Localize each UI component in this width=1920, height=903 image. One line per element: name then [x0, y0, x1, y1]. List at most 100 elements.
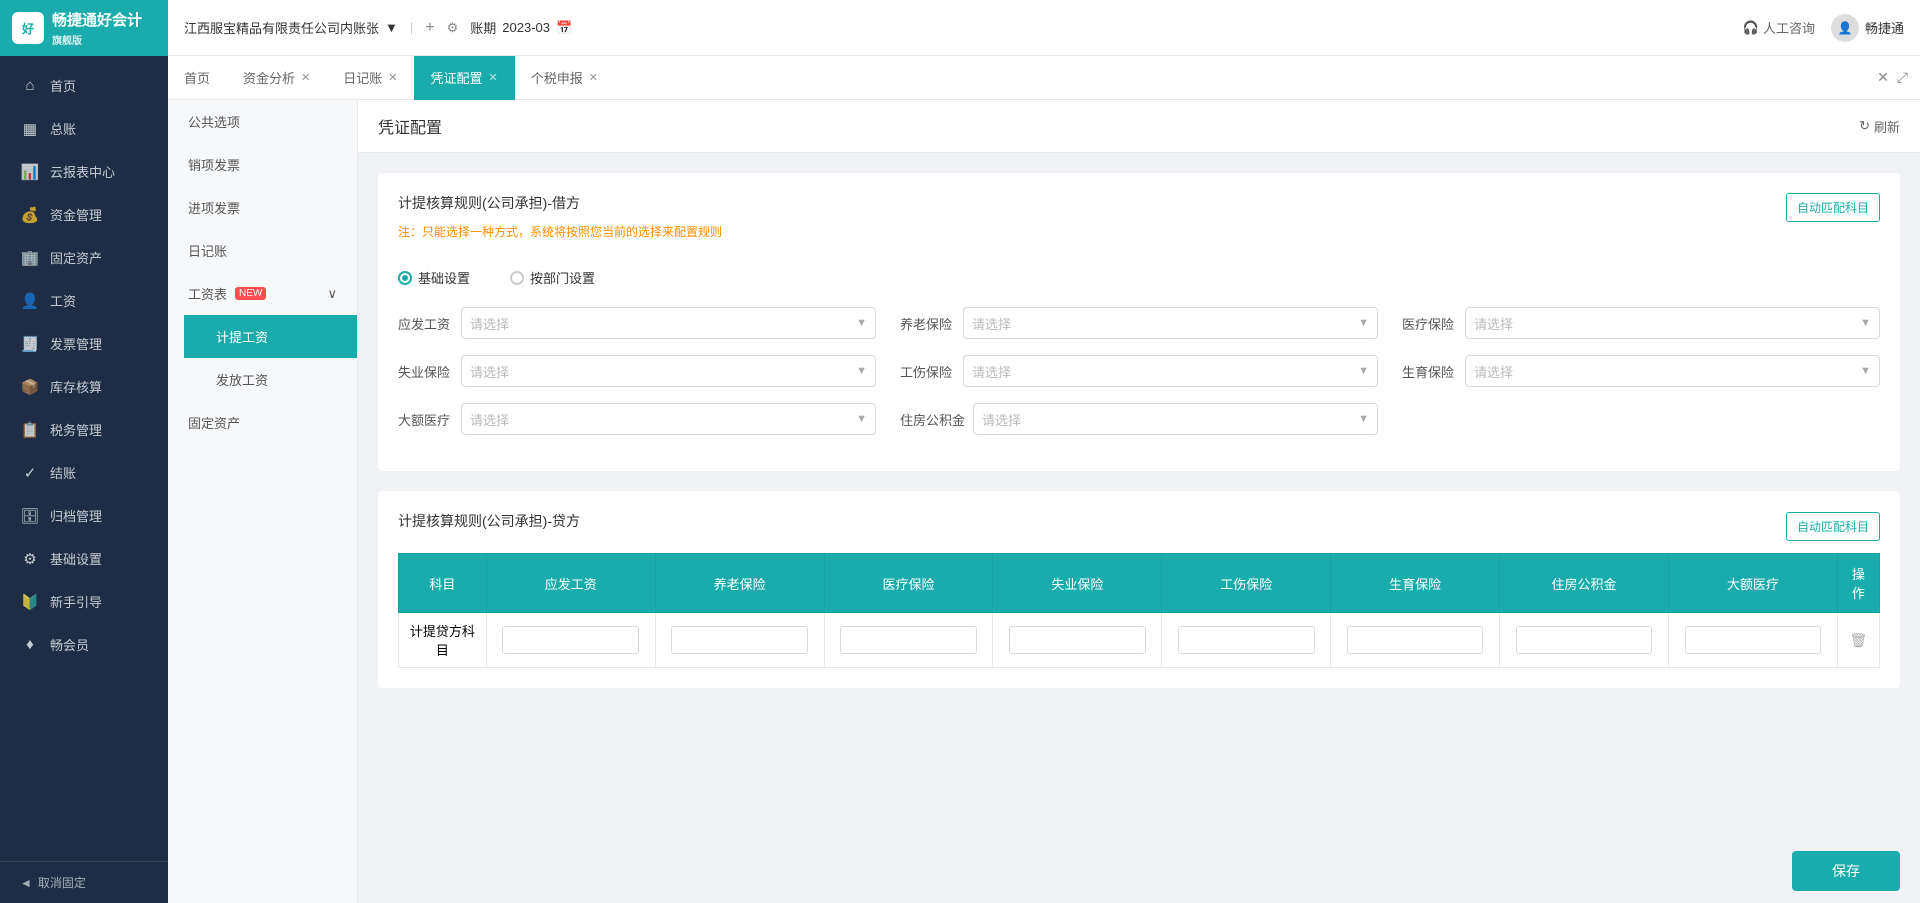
sidebar-item-invoice[interactable]: 🧾 发票管理: [0, 322, 168, 365]
avatar: 👤: [1831, 14, 1859, 42]
invoice-icon: 🧾: [20, 335, 40, 353]
field-sybx-placeholder: 请选择: [470, 362, 509, 381]
sec-nav-payroll-issue[interactable]: 发放工资: [184, 358, 357, 401]
sidebar-item-settlement-label: 结账: [50, 463, 76, 482]
calendar-icon[interactable]: 📅: [556, 20, 572, 36]
radio-dept[interactable]: 按部门设置: [510, 268, 595, 287]
sec-nav-payroll-sub: 计提工资 发放工资: [168, 315, 357, 401]
field-ylbx-select[interactable]: 请选择 ▼: [963, 307, 1378, 339]
sidebar-item-archive[interactable]: 🗄 归档管理: [0, 494, 168, 537]
field-ylbx-label: 养老保险: [900, 314, 955, 333]
credit-auto-match-button[interactable]: 自动匹配科目: [1786, 512, 1880, 541]
sidebar-item-membership-label: 畅会员: [50, 635, 89, 654]
top-bar: 江西服宝精品有限责任公司内账张 ▼ | + ⚙ 账期 2023-03 📅 🎧 人…: [168, 0, 1920, 56]
sidebar-item-home[interactable]: ⌂ 首页: [0, 64, 168, 107]
sidebar-nav: ⌂ 首页 ▦ 总账 📊 云报表中心 💰 资金管理 🏢 固定资产 👤 工资 🧾 发…: [0, 56, 168, 861]
sidebar-item-guide-label: 新手引导: [50, 592, 102, 611]
close-tab-button[interactable]: ✕: [1877, 69, 1889, 86]
sec-nav-journal[interactable]: 日记账: [168, 229, 357, 272]
logo-icon: 好: [12, 12, 44, 44]
tab-voucher[interactable]: 凭证配置 ✕: [414, 56, 514, 100]
tab-fund[interactable]: 资金分析 ✕: [227, 56, 327, 100]
inventory-icon: 📦: [20, 378, 40, 396]
field-sybx2-label: 生育保险: [1402, 362, 1457, 381]
sec-nav-payroll-sheet[interactable]: 工资表 NEW ∨: [168, 272, 357, 315]
save-button[interactable]: 保存: [1792, 851, 1900, 891]
gear-button[interactable]: ⚙: [447, 20, 459, 36]
sidebar-item-reports[interactable]: 📊 云报表中心: [0, 150, 168, 193]
pin-icon: ◄: [20, 876, 32, 890]
tab-voucher-close[interactable]: ✕: [489, 71, 498, 84]
user-name: 畅捷通: [1865, 18, 1904, 37]
field-deyiliao-select[interactable]: 请选择 ▼: [461, 403, 876, 435]
radio-dept-label: 按部门设置: [530, 268, 595, 287]
col-ylbx2: 医疗保险: [824, 554, 993, 613]
field-gjj: 住房公积金 请选择 ▼: [900, 403, 1378, 435]
sidebar-item-membership[interactable]: ♦ 畅会员: [0, 623, 168, 666]
field-deyiliao-label: 大额医疗: [398, 410, 453, 429]
field-gjj-select[interactable]: 请选择 ▼: [973, 403, 1378, 435]
field-gsbx-select[interactable]: 请选择 ▼: [963, 355, 1378, 387]
input-gsbx[interactable]: [1178, 626, 1315, 654]
sec-nav-sales[interactable]: 销项发票: [168, 143, 357, 186]
tab-tax[interactable]: 个税申报 ✕: [515, 56, 615, 100]
tab-home[interactable]: 首页: [168, 56, 227, 100]
settlement-icon: ✓: [20, 464, 40, 482]
sidebar-item-ledger[interactable]: ▦ 总账: [0, 107, 168, 150]
sidebar-item-settings-label: 基础设置: [50, 549, 102, 568]
debit-auto-match-button[interactable]: 自动匹配科目: [1786, 193, 1880, 222]
radio-basic[interactable]: 基础设置: [398, 268, 470, 287]
tab-voucher-label: 凭证配置: [430, 68, 482, 87]
sec-nav-payroll-accrual[interactable]: 计提工资: [184, 315, 357, 358]
field-sybx-select[interactable]: 请选择 ▼: [461, 355, 876, 387]
field-yfgz-select[interactable]: 请选择 ▼: [461, 307, 876, 339]
input-deyiliao[interactable]: [1685, 626, 1822, 654]
sidebar-item-tax[interactable]: 📋 税务管理: [0, 408, 168, 451]
sec-nav-purchase-label: 进项发票: [188, 198, 240, 217]
tab-journal[interactable]: 日记账 ✕: [327, 56, 414, 100]
credit-section-header: 计提核算规则(公司承担)-贷方 自动匹配科目: [398, 511, 1880, 541]
field-ylbx: 养老保险 请选择 ▼: [900, 307, 1378, 339]
input-ylbx[interactable]: [671, 626, 808, 654]
input-gjj[interactable]: [1516, 626, 1653, 654]
sidebar-item-settings[interactable]: ⚙ 基础设置: [0, 537, 168, 580]
field-sybx2-select[interactable]: 请选择 ▼: [1465, 355, 1880, 387]
input-yfgz[interactable]: [502, 626, 639, 654]
user-menu[interactable]: 👤 畅捷通: [1831, 14, 1904, 42]
sidebar: 好 畅捷通好会计 旗舰版 ⌂ 首页 ▦ 总账 📊 云报表中心 💰 资金管理 🏢 …: [0, 0, 168, 903]
support-button[interactable]: 🎧 人工咨询: [1743, 18, 1815, 37]
tab-journal-close[interactable]: ✕: [388, 71, 397, 84]
sidebar-item-settlement[interactable]: ✓ 结账: [0, 451, 168, 494]
col-sybx: 失业保险: [993, 554, 1162, 613]
tab-tax-close[interactable]: ✕: [589, 71, 598, 84]
tab-fund-close[interactable]: ✕: [301, 71, 310, 84]
sec-nav-purchase[interactable]: 进项发票: [168, 186, 357, 229]
reports-icon: 📊: [20, 163, 40, 181]
cell-deyiliao: [1668, 613, 1837, 668]
sec-nav-public[interactable]: 公共选项: [168, 100, 357, 143]
sidebar-item-fund[interactable]: 💰 资金管理: [0, 193, 168, 236]
add-button[interactable]: +: [425, 19, 434, 37]
input-sybx[interactable]: [1009, 626, 1146, 654]
sec-nav-fixed-assets[interactable]: 固定资产: [168, 401, 357, 444]
sidebar-item-assets[interactable]: 🏢 固定资产: [0, 236, 168, 279]
tab-fund-label: 资金分析: [243, 68, 295, 87]
debit-section: 计提核算规则(公司承担)-借方 注：只能选择一种方式，系统将按照您当前的选择来配…: [378, 173, 1900, 471]
ledger-icon: ▦: [20, 120, 40, 138]
input-sybx2[interactable]: [1347, 626, 1484, 654]
sidebar-item-payroll[interactable]: 👤 工资: [0, 279, 168, 322]
content-area: 公共选项 销项发票 进项发票 日记账 工资表 NEW ∨ 计提工资: [168, 100, 1920, 903]
refresh-button[interactable]: ↻ 刷新: [1859, 117, 1900, 136]
field-ylbx2-select[interactable]: 请选择 ▼: [1465, 307, 1880, 339]
credit-section-title: 计提核算规则(公司承担)-贷方: [398, 511, 580, 531]
input-ylbx2[interactable]: [840, 626, 977, 654]
field-yfgz-placeholder: 请选择: [470, 314, 509, 333]
company-selector[interactable]: 江西服宝精品有限责任公司内账张 ▼: [184, 18, 398, 37]
expand-tab-button[interactable]: ⤢: [1897, 69, 1908, 86]
chevron-icon7: ▼: [856, 413, 867, 425]
sidebar-item-guide[interactable]: 🔰 新手引导: [0, 580, 168, 623]
sidebar-item-inventory[interactable]: 📦 库存核算: [0, 365, 168, 408]
period-label: 账期: [470, 18, 496, 37]
cancel-pin-button[interactable]: ◄ 取消固定: [0, 861, 168, 903]
delete-row-button[interactable]: 🗑: [1850, 632, 1868, 648]
